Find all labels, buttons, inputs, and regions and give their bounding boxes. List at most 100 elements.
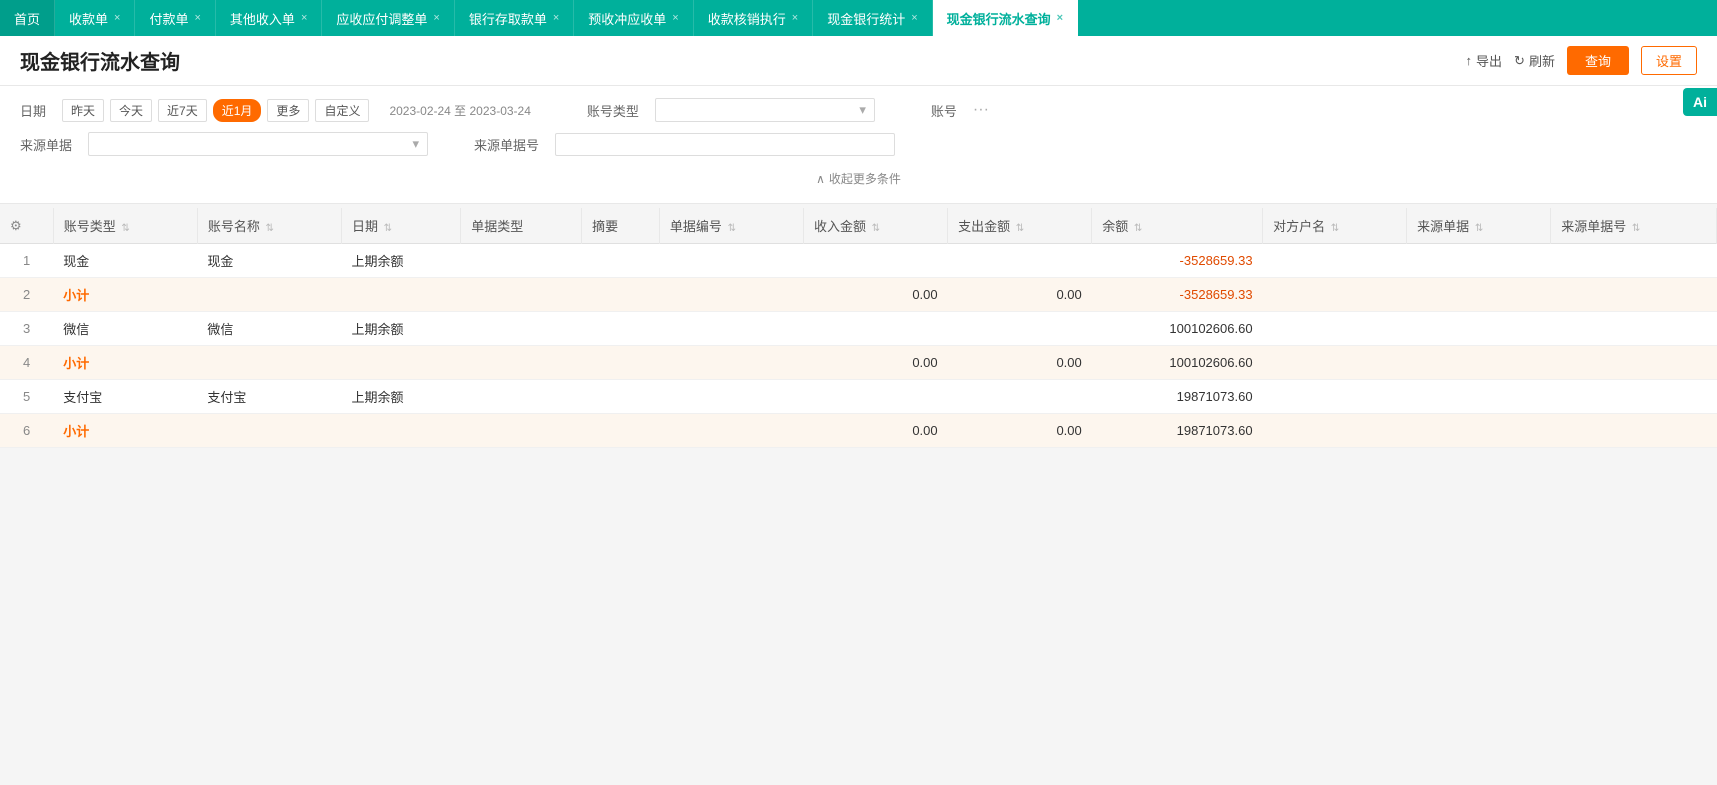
col-account-type[interactable]: 账号类型 ⇅ bbox=[53, 208, 197, 244]
export-label: 导出 bbox=[1476, 51, 1502, 70]
col-gear[interactable]: ⚙ bbox=[0, 208, 53, 244]
col-income-label: 收入金额 bbox=[814, 219, 866, 234]
cell-summary bbox=[582, 380, 660, 414]
nav-item-bank-deposit[interactable]: 银行存取款单 × bbox=[455, 0, 574, 36]
col-income[interactable]: 收入金额 ⇅ bbox=[804, 208, 948, 244]
account-more-icon[interactable]: ··· bbox=[973, 101, 989, 119]
source-doc-select[interactable]: ▾ bbox=[88, 132, 428, 156]
col-doc-type[interactable]: 单据类型 bbox=[461, 208, 582, 244]
nav-label-receipt: 收款单 bbox=[69, 9, 108, 28]
close-payment-icon[interactable]: × bbox=[194, 12, 200, 24]
cell-income: 0.00 bbox=[804, 414, 948, 448]
date-btn-7days[interactable]: 近7天 bbox=[158, 99, 207, 122]
query-button[interactable]: 查询 bbox=[1567, 46, 1629, 75]
table-header: ⚙ 账号类型 ⇅ 账号名称 ⇅ 日期 ⇅ 单据类型 摘要 bbox=[0, 208, 1717, 244]
cell-expense bbox=[948, 380, 1092, 414]
cell-expense bbox=[948, 312, 1092, 346]
gear-icon[interactable]: ⚙ bbox=[10, 218, 22, 233]
cell-balance: 100102606.60 bbox=[1092, 312, 1263, 346]
collapse-label: 收起更多条件 bbox=[829, 170, 901, 187]
col-counterpart[interactable]: 对方户名 ⇅ bbox=[1263, 208, 1407, 244]
cell-summary bbox=[582, 346, 660, 380]
cell-counterpart bbox=[1263, 244, 1407, 278]
nav-item-stats[interactable]: 现金银行统计 × bbox=[813, 0, 932, 36]
date-btn-yesterday[interactable]: 昨天 bbox=[62, 99, 104, 122]
table-row[interactable]: 5 支付宝 支付宝 上期余额 19871073.60 bbox=[0, 380, 1717, 414]
cell-account-name: 现金 bbox=[197, 244, 341, 278]
nav-item-home[interactable]: 首页 bbox=[0, 0, 55, 36]
cell-summary bbox=[582, 312, 660, 346]
date-btn-today[interactable]: 今天 bbox=[110, 99, 152, 122]
cell-doc-no bbox=[659, 380, 803, 414]
date-btn-1month[interactable]: 近1月 bbox=[213, 99, 262, 122]
cell-counterpart bbox=[1263, 380, 1407, 414]
col-source-doc-no[interactable]: 来源单据号 ⇅ bbox=[1551, 208, 1717, 244]
close-write-off-icon[interactable]: × bbox=[792, 12, 798, 24]
collapse-bar[interactable]: ∧ 收起更多条件 bbox=[20, 166, 1697, 195]
cell-date bbox=[341, 278, 460, 312]
nav-label-cashflow: 现金银行流水查询 bbox=[947, 9, 1051, 28]
table-row[interactable]: 4 小计 0.00 0.00 100102606.60 bbox=[0, 346, 1717, 380]
cell-expense: 0.00 bbox=[948, 278, 1092, 312]
nav-item-adjustment[interactable]: 应收应付调整单 × bbox=[322, 0, 454, 36]
cell-row-num: 6 bbox=[0, 414, 53, 448]
nav-item-cashflow[interactable]: 现金银行流水查询 × bbox=[933, 0, 1078, 36]
cell-date bbox=[341, 346, 460, 380]
sort-balance-icon: ⇅ bbox=[1134, 223, 1142, 234]
col-date[interactable]: 日期 ⇅ bbox=[341, 208, 460, 244]
sort-counterpart-icon: ⇅ bbox=[1331, 223, 1339, 234]
col-account-name[interactable]: 账号名称 ⇅ bbox=[197, 208, 341, 244]
col-source-doc[interactable]: 来源单据 ⇅ bbox=[1407, 208, 1551, 244]
export-icon: ↑ bbox=[1466, 53, 1473, 68]
close-other-income-icon[interactable]: × bbox=[301, 12, 307, 24]
account-type-select[interactable]: ▾ bbox=[655, 98, 875, 122]
table-row[interactable]: 6 小计 0.00 0.00 19871073.60 bbox=[0, 414, 1717, 448]
nav-label-bank-deposit: 银行存取款单 bbox=[469, 9, 547, 28]
nav-item-prepay[interactable]: 预收冲应收单 × bbox=[574, 0, 693, 36]
col-summary[interactable]: 摘要 bbox=[582, 208, 660, 244]
cell-account-name bbox=[197, 346, 341, 380]
cell-source-doc bbox=[1407, 312, 1551, 346]
close-adjustment-icon[interactable]: × bbox=[433, 12, 439, 24]
cell-account-name: 微信 bbox=[197, 312, 341, 346]
col-source-doc-label: 来源单据 bbox=[1417, 219, 1469, 234]
cell-income: 0.00 bbox=[804, 346, 948, 380]
table-row[interactable]: 3 微信 微信 上期余额 100102606.60 bbox=[0, 312, 1717, 346]
nav-item-payment[interactable]: 付款单 × bbox=[135, 0, 215, 36]
cell-doc-type bbox=[461, 346, 582, 380]
nav-label-prepay: 预收冲应收单 bbox=[588, 9, 666, 28]
col-balance[interactable]: 余额 ⇅ bbox=[1092, 208, 1263, 244]
nav-item-receipt[interactable]: 收款单 × bbox=[55, 0, 135, 36]
settings-button[interactable]: 设置 bbox=[1641, 46, 1697, 75]
close-stats-icon[interactable]: × bbox=[911, 12, 917, 24]
date-btn-more[interactable]: 更多 bbox=[267, 99, 309, 122]
table-row[interactable]: 1 现金 现金 上期余额 -3528659.33 bbox=[0, 244, 1717, 278]
nav-item-write-off[interactable]: 收款核销执行 × bbox=[694, 0, 813, 36]
export-button[interactable]: ↑ 导出 bbox=[1466, 51, 1503, 70]
source-doc-dropdown-icon: ▾ bbox=[412, 136, 419, 152]
header-actions: ↑ 导出 ↻ 刷新 查询 设置 bbox=[1466, 46, 1697, 75]
close-cashflow-icon[interactable]: × bbox=[1057, 12, 1063, 24]
cell-counterpart bbox=[1263, 346, 1407, 380]
cell-doc-type bbox=[461, 312, 582, 346]
refresh-button[interactable]: ↻ 刷新 bbox=[1514, 51, 1555, 70]
close-bank-deposit-icon[interactable]: × bbox=[553, 12, 559, 24]
close-receipt-icon[interactable]: × bbox=[114, 12, 120, 24]
table-row[interactable]: 2 小计 0.00 0.00 -3528659.33 bbox=[0, 278, 1717, 312]
cell-row-num: 2 bbox=[0, 278, 53, 312]
date-btn-custom[interactable]: 自定义 bbox=[315, 99, 369, 122]
source-doc-num-input[interactable] bbox=[555, 133, 895, 156]
col-expense[interactable]: 支出金额 ⇅ bbox=[948, 208, 1092, 244]
close-prepay-icon[interactable]: × bbox=[672, 12, 678, 24]
cell-counterpart bbox=[1263, 414, 1407, 448]
cell-summary bbox=[582, 278, 660, 312]
filter-row-2: 来源单据 ▾ 来源单据号 bbox=[20, 132, 1697, 156]
col-doc-no[interactable]: 单据编号 ⇅ bbox=[659, 208, 803, 244]
nav-label-payment: 付款单 bbox=[149, 9, 188, 28]
nav-item-other-income[interactable]: 其他收入单 × bbox=[216, 0, 322, 36]
ai-badge[interactable]: Ai bbox=[1683, 88, 1717, 116]
account-type-dropdown-icon: ▾ bbox=[859, 102, 866, 118]
cell-source-doc-no bbox=[1551, 278, 1717, 312]
cell-account-type: 支付宝 bbox=[53, 380, 197, 414]
refresh-label: 刷新 bbox=[1529, 51, 1555, 70]
